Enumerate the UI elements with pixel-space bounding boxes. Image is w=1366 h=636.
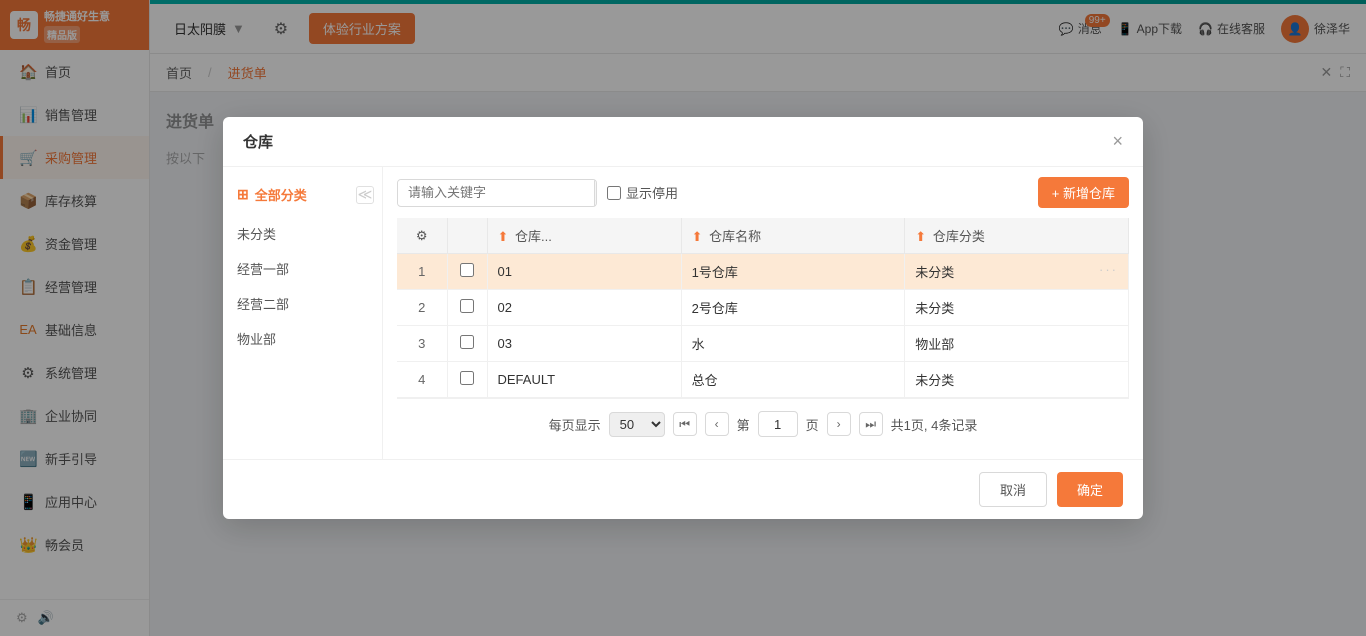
col-name: ⬆ 仓库名称 [681,218,905,254]
table-container: ⚙ ⬆ 仓库... ⬆ 仓库名称 [397,218,1129,398]
row-name: 水 [681,326,905,362]
show-disabled-checkbox[interactable] [607,186,621,200]
row-cb [447,290,487,326]
search-button[interactable]: 🔍 [594,180,597,206]
table-row[interactable]: 1 01 1号仓库 未分类 ··· [397,254,1129,290]
row-code: 02 [487,290,681,326]
table-row[interactable]: 3 03 水 物业部 [397,326,1129,362]
row-no: 3 [397,326,447,362]
first-page-button[interactable]: ⏮ [673,412,697,436]
col-code: ⬆ 仓库... [487,218,681,254]
modal-header: 仓库 × [223,117,1143,167]
left-panel: ⊞ 全部分类 ≪ 未分类 经营一部 经营二部 物业部 [223,167,383,459]
category-item-ops1[interactable]: 经营一部 [223,251,382,286]
modal-body: ⊞ 全部分类 ≪ 未分类 经营一部 经营二部 物业部 [223,167,1143,459]
all-category-button[interactable]: ⊞ 全部分类 [223,177,321,212]
row-cb [447,254,487,290]
row-code: DEFAULT [487,362,681,398]
modal-overlay: 仓库 × ⊞ 全部分类 ≪ 未分类 经营一部 [0,0,1366,636]
row-category: 未分类 [905,362,1129,398]
row-checkbox[interactable] [460,371,474,385]
prev-page-button[interactable]: ‹ [705,412,729,436]
row-code: 01 [487,254,681,290]
row-category: 物业部 [905,326,1129,362]
warehouse-table: ⚙ ⬆ 仓库... ⬆ 仓库名称 [397,218,1129,398]
modal-footer: 取消 确定 [223,459,1143,519]
sort-icon: ⬆ [498,229,509,244]
sort-icon-cat: ⬆ [915,229,926,244]
table-row[interactable]: 2 02 2号仓库 未分类 [397,290,1129,326]
row-category: 未分类 [905,290,1129,326]
row-name: 2号仓库 [681,290,905,326]
search-input[interactable] [398,180,594,205]
row-cb [447,326,487,362]
category-item-ops2[interactable]: 经营二部 [223,286,382,321]
row-category: 未分类 ··· [905,254,1129,290]
col-category: ⬆ 仓库分类 [905,218,1129,254]
row-checkbox[interactable] [460,335,474,349]
right-panel: 🔍 显示停用 + 新增仓库 ⚙ [383,167,1143,459]
row-no: 2 [397,290,447,326]
row-dots[interactable]: ··· [1099,262,1118,277]
row-code: 03 [487,326,681,362]
modal-title: 仓库 [243,131,273,152]
grid-icon: ⊞ [237,186,249,203]
sort-icon-name: ⬆ [692,229,703,244]
col-checkbox [447,218,487,254]
row-cb [447,362,487,398]
row-no: 1 [397,254,447,290]
row-checkbox[interactable] [460,299,474,313]
next-page-button[interactable]: › [827,412,851,436]
total-info: 共1页, 4条记录 [891,415,978,434]
row-name: 总仓 [681,362,905,398]
warehouse-modal: 仓库 × ⊞ 全部分类 ≪ 未分类 经营一部 [223,117,1143,519]
category-item-property[interactable]: 物业部 [223,321,382,356]
row-checkbox[interactable] [460,263,474,277]
category-item-uncategorized[interactable]: 未分类 [223,216,382,251]
modal-close-button[interactable]: × [1112,131,1123,152]
pagination: 每页显示 50 100 200 ⏮ ‹ 第 页 › ⏭ 共1页, 4条记录 [397,398,1129,449]
last-page-button[interactable]: ⏭ [859,412,883,436]
all-category-label: 全部分类 [255,185,307,204]
per-page-select[interactable]: 50 100 200 [609,412,665,437]
panel-collapse-button[interactable]: ≪ [356,186,374,204]
add-warehouse-button[interactable]: + 新增仓库 [1038,177,1129,208]
per-page-label: 每页显示 [549,415,601,434]
page-suffix: 页 [806,415,819,434]
page-label: 第 [737,415,750,434]
row-no: 4 [397,362,447,398]
page-number-input[interactable] [758,411,798,437]
cancel-button[interactable]: 取消 [979,472,1047,507]
confirm-button[interactable]: 确定 [1057,472,1123,507]
col-settings: ⚙ [397,218,447,254]
table-row[interactable]: 4 DEFAULT 总仓 未分类 [397,362,1129,398]
show-disabled-label: 显示停用 [607,183,678,202]
search-box: 🔍 [397,179,597,207]
row-name: 1号仓库 [681,254,905,290]
right-toolbar: 🔍 显示停用 + 新增仓库 [397,177,1129,208]
